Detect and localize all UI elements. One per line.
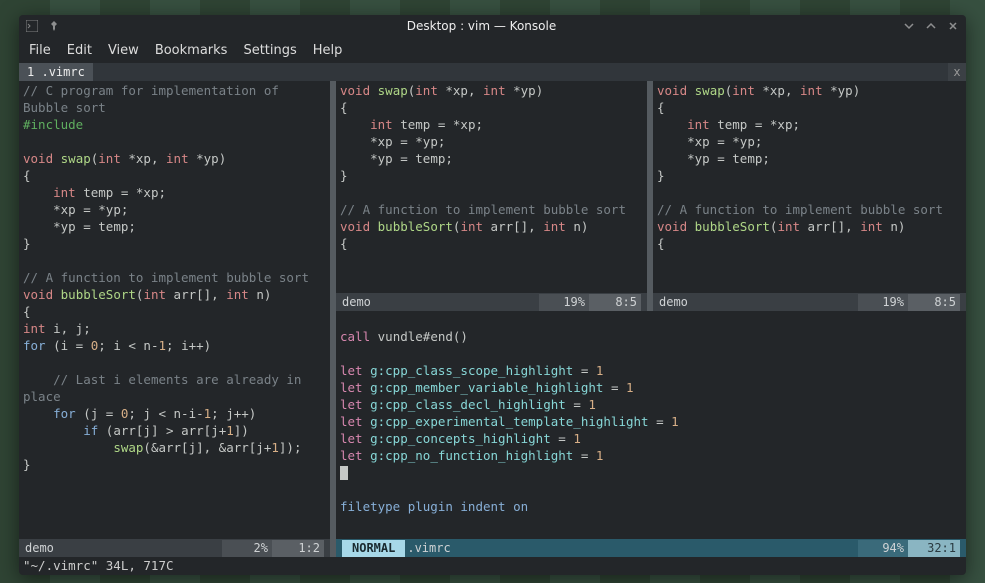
minimize-icon[interactable]	[902, 19, 916, 33]
status-filename: demo	[659, 294, 854, 311]
konsole-tabbar: 1 .vimrc x	[19, 63, 966, 81]
pane-bottom-right[interactable]: call vundle#end() let g:cpp_class_scope_…	[336, 311, 966, 539]
konsole-tab[interactable]: 1 .vimrc	[19, 63, 93, 81]
pane-left[interactable]: // C program for implementation of Bubbl…	[19, 81, 330, 539]
status-position: 32:1	[908, 540, 960, 557]
status-filename: demo	[25, 540, 218, 557]
menubar: File Edit View Bookmarks Settings Help	[19, 37, 966, 63]
tab-name: .vimrc	[41, 65, 84, 79]
tab-close-icon[interactable]: x	[948, 63, 966, 81]
pane-top-right-1[interactable]: void swap(int *xp, int *yp) { int temp =…	[336, 81, 647, 293]
pin-icon[interactable]	[47, 19, 61, 33]
status-position: 8:5	[908, 294, 960, 311]
titlebar[interactable]: Desktop : vim — Konsole	[19, 15, 966, 37]
menu-view[interactable]: View	[108, 43, 139, 58]
vim-editor[interactable]: // C program for implementation of Bubbl…	[19, 81, 966, 575]
close-icon[interactable]	[946, 19, 960, 33]
status-filename: demo	[342, 294, 535, 311]
status-percent: 19%	[858, 294, 908, 311]
menu-edit[interactable]: Edit	[67, 43, 92, 58]
statusline: demo 19% 8:5	[653, 293, 966, 311]
menu-file[interactable]: File	[29, 43, 51, 58]
statusline: demo 19% 8:5	[336, 293, 647, 311]
statusline-active: NORMAL .vimrc 94% 32:1	[336, 539, 966, 557]
status-percent: 19%	[539, 294, 589, 311]
menu-settings[interactable]: Settings	[243, 43, 296, 58]
maximize-icon[interactable]	[924, 19, 938, 33]
status-position: 1:2	[272, 540, 324, 557]
vim-mode: NORMAL	[342, 540, 405, 557]
status-position: 8:5	[589, 294, 641, 311]
window-title: Desktop : vim — Konsole	[61, 19, 902, 33]
status-filename: .vimrc	[407, 540, 854, 557]
tab-index: 1	[27, 65, 34, 79]
vim-cmdline[interactable]: "~/.vimrc" 34L, 717C	[19, 557, 966, 575]
menu-bookmarks[interactable]: Bookmarks	[155, 43, 228, 58]
app-icon	[25, 19, 39, 33]
statusline: demo 2% 1:2	[19, 539, 330, 557]
terminal-window: Desktop : vim — Konsole File Edit View B…	[19, 15, 966, 575]
menu-help[interactable]: Help	[313, 43, 343, 58]
pane-top-right-2[interactable]: void swap(int *xp, int *yp) { int temp =…	[653, 81, 966, 293]
status-percent: 94%	[858, 540, 908, 557]
status-percent: 2%	[222, 540, 272, 557]
